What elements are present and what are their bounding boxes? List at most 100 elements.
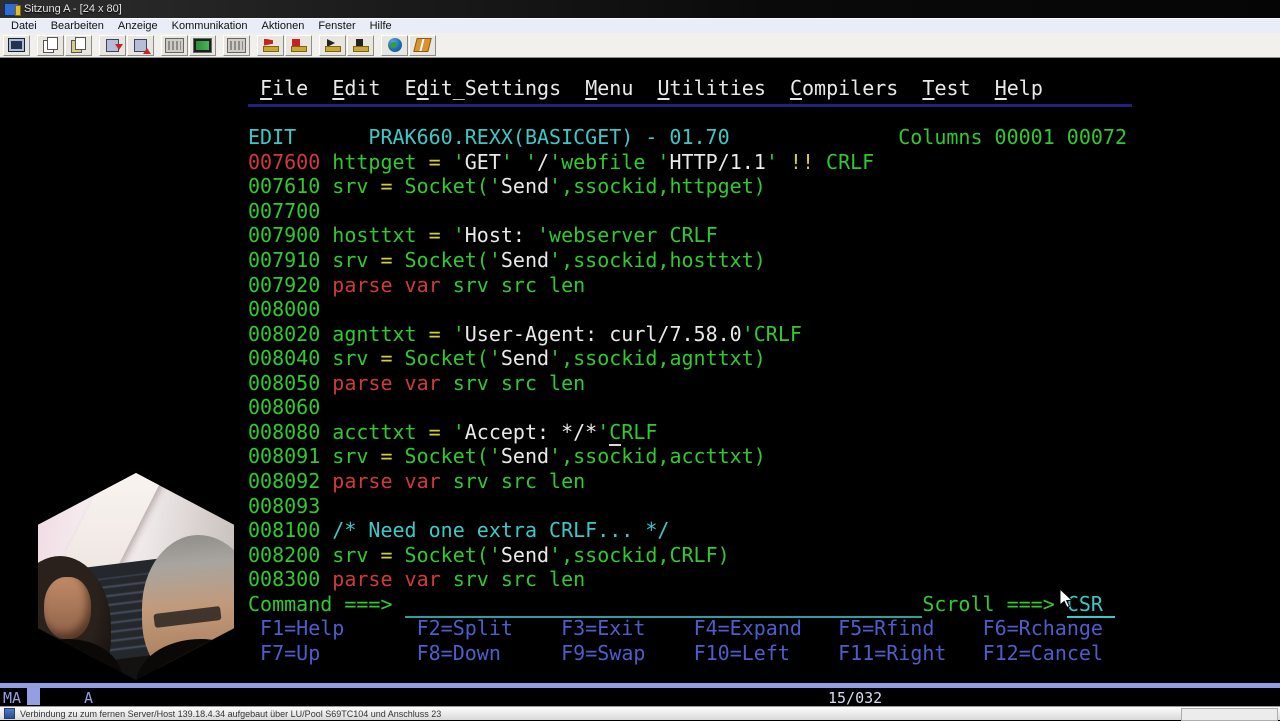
ispf-action-bar[interactable]: File Edit Edit_Settings Menu Utilities C… <box>248 76 1127 101</box>
terminal-row[interactable]: 008080 accttxt = 'Accept: */*'CRLF <box>248 419 1127 446</box>
code-text: srv src len <box>440 272 586 297</box>
terminal-row[interactable]: 007920 parse var srv src len <box>248 273 1127 298</box>
line-number: 008040 srv <box>248 346 381 371</box>
menu-kommunikation[interactable]: Kommunikation <box>165 19 255 33</box>
terminal-row[interactable]: 007910 srv = Socket('Send',ssockid,hostt… <box>248 248 1127 273</box>
mouse-cursor-icon <box>1059 588 1073 609</box>
mnemonic-letter: M <box>585 76 598 100</box>
toolbar <box>0 33 1280 58</box>
code-text: Send <box>500 444 550 469</box>
fkey-f6[interactable]: F6=Rchange <box>983 616 1103 640</box>
code-text: = <box>380 542 405 567</box>
toolbar-help-button[interactable] <box>409 34 436 56</box>
toolbar-display-colors-button[interactable] <box>189 34 216 56</box>
fkey-f9[interactable]: F9=Swap <box>561 641 645 665</box>
line-number: 007910 srv <box>248 247 381 272</box>
toolbar-send-file-button[interactable] <box>99 34 126 56</box>
code-text: ',ssockid,httpget) <box>549 174 766 199</box>
menu-bearbeiten[interactable]: Bearbeiten <box>44 19 111 33</box>
code-text: Send <box>500 174 550 199</box>
menu-anzeige[interactable]: Anzeige <box>111 19 165 33</box>
app-icon[interactable] <box>4 2 21 16</box>
action-compilers[interactable]: Compilers <box>790 76 898 100</box>
line-number: 008091 srv <box>248 444 381 469</box>
terminal-row[interactable]: 008091 srv = Socket('Send',ssockid,acctt… <box>248 444 1127 469</box>
action-test[interactable]: Test <box>922 76 970 100</box>
terminal-row[interactable]: 008300 parse var srv src len <box>248 567 1127 592</box>
menu-fenster[interactable]: Fenster <box>311 19 362 33</box>
terminal-row[interactable]: 008060 <box>248 395 1127 420</box>
toolbar-paste-button[interactable] <box>65 34 92 56</box>
line-number: 008092 <box>248 469 333 493</box>
terminal-row[interactable]: 007900 hosttxt = 'Host: 'webserver CRLF <box>248 223 1127 248</box>
terminal-row[interactable]: 008200 srv = Socket('Send',ssockid,CRLF) <box>248 543 1127 568</box>
toolbar-macro-record-button[interactable] <box>223 34 250 56</box>
action-help[interactable]: Help <box>995 76 1043 100</box>
mnemonic-letter: F <box>260 76 273 100</box>
toolbar-receive-file-button[interactable] <box>127 34 154 56</box>
terminal-row[interactable]: 007600 httpget = 'GET' '/'webfile 'HTTP/… <box>248 150 1127 175</box>
toolbar-stop-macro-button[interactable] <box>347 34 374 56</box>
fkey-f3[interactable]: F3=Exit <box>561 616 645 640</box>
action-edit_settings[interactable]: Edit_Settings <box>405 76 562 100</box>
fkey-row[interactable]: F7=Up F8=Down F9=Swap F10=Left F11=Right… <box>248 641 1127 666</box>
scroll-label: Scroll ===> <box>922 591 1067 616</box>
toolbar-copy-button[interactable] <box>37 34 64 56</box>
menu-datei[interactable]: Datei <box>4 19 44 33</box>
terminal-row[interactable]: 008100 /* Need one extra CRLF... */ <box>248 518 1127 543</box>
action-file[interactable]: File <box>260 76 308 100</box>
toolbar-web-browser-button[interactable] <box>381 34 408 56</box>
terminal-row[interactable]: 008092 parse var srv src len <box>248 469 1127 494</box>
toolbar-new-session-button[interactable] <box>3 34 30 56</box>
terminal-row[interactable]: 008020 agnttxt = 'User-Agent: curl/7.58.… <box>248 322 1127 347</box>
terminal-row[interactable]: Command ===> Scroll ===> CSR <box>248 591 1127 618</box>
terminal-row[interactable]: 008050 parse var srv src len <box>248 371 1127 396</box>
command-input[interactable] <box>404 591 923 618</box>
line-number: 008093 <box>248 493 321 518</box>
fkey-f12[interactable]: F12=Cancel <box>983 641 1103 665</box>
code-text: ',ssockid,hosttxt) <box>549 247 766 272</box>
terminal-row[interactable]: 008040 srv = Socket('Send',ssockid,agntt… <box>248 346 1127 371</box>
fkey-f2[interactable]: F2=Split <box>417 616 513 640</box>
line-number: 007610 srv <box>248 174 381 199</box>
toolbar-play-marked-button[interactable] <box>257 34 284 56</box>
code-text: ' <box>452 149 465 174</box>
terminal-row[interactable] <box>248 101 1127 126</box>
fkey-f10[interactable]: F10=Left <box>694 641 790 665</box>
fkey-f4[interactable]: F4=Expand <box>694 616 802 640</box>
code-text: Socket(' <box>404 444 501 469</box>
mnemonic-letter: E <box>332 76 345 100</box>
terminal-row[interactable]: 007610 srv = Socket('Send',ssockid,httpg… <box>248 174 1127 199</box>
fkey-f11[interactable]: F11=Right <box>838 641 946 665</box>
fkey-row[interactable]: F1=Help F2=Split F3=Exit F4=Expand F5=Rf… <box>248 616 1127 641</box>
terminal-row[interactable]: 008093 <box>248 494 1127 519</box>
code-text: Socket(' <box>404 346 501 371</box>
toolbar-stop-marked-button[interactable] <box>285 34 312 56</box>
code-text: parse var <box>332 272 441 297</box>
code-text: / <box>537 149 550 174</box>
terminal-row[interactable]: 008000 <box>248 297 1127 322</box>
fkey-f8[interactable]: F8=Down <box>417 641 501 665</box>
fkey-f7[interactable]: F7=Up <box>260 641 320 665</box>
menu-aktionen[interactable]: Aktionen <box>255 19 312 33</box>
fkey-f1[interactable]: F1=Help <box>260 616 344 640</box>
code-text: srv src len <box>440 370 586 395</box>
menu-hilfe[interactable]: Hilfe <box>363 19 399 33</box>
terminal-row[interactable]: 007700 <box>248 199 1127 224</box>
toolbar-keyboard-map-button[interactable] <box>161 34 188 56</box>
terminal-row[interactable]: EDIT PRAK660.REXX(BASICGET) - 01.70 Colu… <box>248 125 1127 150</box>
window-titlebar[interactable]: Sitzung A - [24 x 80] <box>0 0 1280 18</box>
mnemonic-letter: H <box>994 76 1007 100</box>
code-text: 'CRLF <box>741 321 802 346</box>
menu-bar: Datei Bearbeiten Anzeige Kommunikation Aktio… <box>0 18 1280 33</box>
toolbar-play-macro-button[interactable] <box>319 34 346 56</box>
fkey-f5[interactable]: F5=Rfind <box>838 616 934 640</box>
code-text: Socket(' <box>404 174 501 199</box>
code-text: ' <box>452 223 465 248</box>
code-text: ' <box>452 419 465 444</box>
action-utilities[interactable]: Utilities <box>657 76 765 100</box>
action-menu[interactable]: Menu <box>585 76 633 100</box>
action-edit[interactable]: Edit <box>332 76 380 100</box>
stop-marked-icon <box>290 38 307 52</box>
scroll-value[interactable]: CSR <box>1066 591 1115 618</box>
